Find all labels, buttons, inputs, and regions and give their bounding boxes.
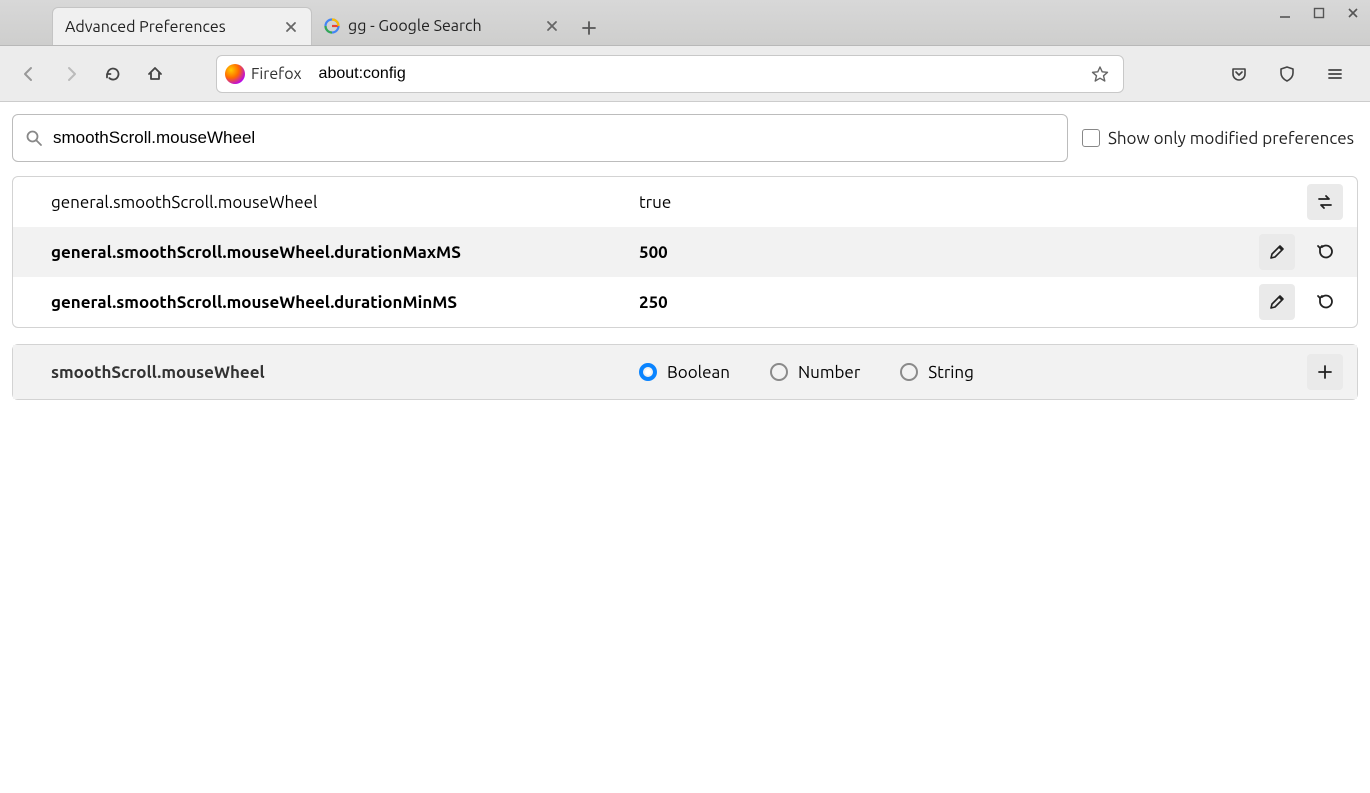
pref-value: 250 [639, 293, 1259, 312]
radio-string[interactable]: String [900, 363, 974, 382]
search-icon [25, 129, 43, 147]
reset-button[interactable] [1307, 284, 1343, 320]
close-icon[interactable] [283, 19, 299, 35]
navigation-toolbar: Firefox [0, 46, 1370, 102]
edit-button[interactable] [1259, 284, 1295, 320]
pref-row[interactable]: general.smoothScroll.mouseWheel.duration… [13, 227, 1357, 277]
shield-button[interactable] [1270, 57, 1304, 91]
add-pref-section: smoothScroll.mouseWheel Boolean Number S… [12, 344, 1358, 400]
show-modified-toggle[interactable]: Show only modified preferences [1082, 129, 1358, 148]
add-pref-row: smoothScroll.mouseWheel Boolean Number S… [13, 345, 1357, 399]
identity-box[interactable]: Firefox [216, 55, 315, 93]
pref-list: general.smoothScroll.mouseWheel true gen… [12, 176, 1358, 328]
forward-button[interactable] [54, 57, 88, 91]
add-button[interactable] [1307, 354, 1343, 390]
urlbar-container: Firefox [216, 55, 1124, 93]
checkbox-icon [1082, 129, 1100, 147]
reset-button[interactable] [1307, 234, 1343, 270]
pref-name: general.smoothScroll.mouseWheel.duration… [51, 293, 639, 312]
pref-search-box[interactable] [12, 114, 1068, 162]
home-button[interactable] [138, 57, 172, 91]
menu-button[interactable] [1318, 57, 1352, 91]
search-row: Show only modified preferences [12, 114, 1358, 162]
about-config-page: Show only modified preferences general.s… [0, 102, 1370, 412]
pref-name: general.smoothScroll.mouseWheel.duration… [51, 243, 639, 262]
url-bar[interactable] [309, 55, 1124, 93]
edit-button[interactable] [1259, 234, 1295, 270]
pocket-button[interactable] [1222, 57, 1256, 91]
identity-label: Firefox [251, 65, 302, 83]
firefox-icon [225, 64, 245, 84]
toggle-button[interactable] [1307, 184, 1343, 220]
checkbox-label: Show only modified preferences [1108, 129, 1354, 148]
minimize-button[interactable] [1276, 4, 1294, 22]
radio-boolean[interactable]: Boolean [639, 363, 730, 382]
radio-label: Number [798, 363, 860, 382]
new-tab-button[interactable] [572, 11, 606, 45]
new-pref-name: smoothScroll.mouseWheel [51, 363, 639, 382]
titlebar: Advanced Preferences gg - Google Search [0, 0, 1370, 46]
type-radio-group: Boolean Number String [639, 363, 1307, 382]
bookmark-star-icon[interactable] [1087, 65, 1113, 83]
tab-label: Advanced Preferences [65, 18, 275, 36]
window-controls [1276, 4, 1362, 22]
reload-button[interactable] [96, 57, 130, 91]
pref-name: general.smoothScroll.mouseWheel [51, 193, 639, 212]
close-icon[interactable] [544, 18, 560, 34]
google-favicon [324, 18, 340, 34]
url-input[interactable] [319, 65, 1087, 83]
toolbar-right [1222, 57, 1358, 91]
pref-row[interactable]: general.smoothScroll.mouseWheel.duration… [13, 277, 1357, 327]
radio-label: Boolean [667, 363, 730, 382]
tab-strip: Advanced Preferences gg - Google Search [8, 7, 606, 45]
tab-google-search[interactable]: gg - Google Search [312, 7, 572, 45]
back-button[interactable] [12, 57, 46, 91]
radio-label: String [928, 363, 974, 382]
close-window-button[interactable] [1344, 4, 1362, 22]
pref-search-input[interactable] [53, 128, 1055, 148]
radio-number[interactable]: Number [770, 363, 860, 382]
pref-value: 500 [639, 243, 1259, 262]
pref-value: true [639, 193, 1307, 212]
tab-advanced-preferences[interactable]: Advanced Preferences [52, 7, 312, 45]
maximize-button[interactable] [1310, 4, 1328, 22]
pref-row[interactable]: general.smoothScroll.mouseWheel true [13, 177, 1357, 227]
tab-label: gg - Google Search [348, 17, 536, 35]
